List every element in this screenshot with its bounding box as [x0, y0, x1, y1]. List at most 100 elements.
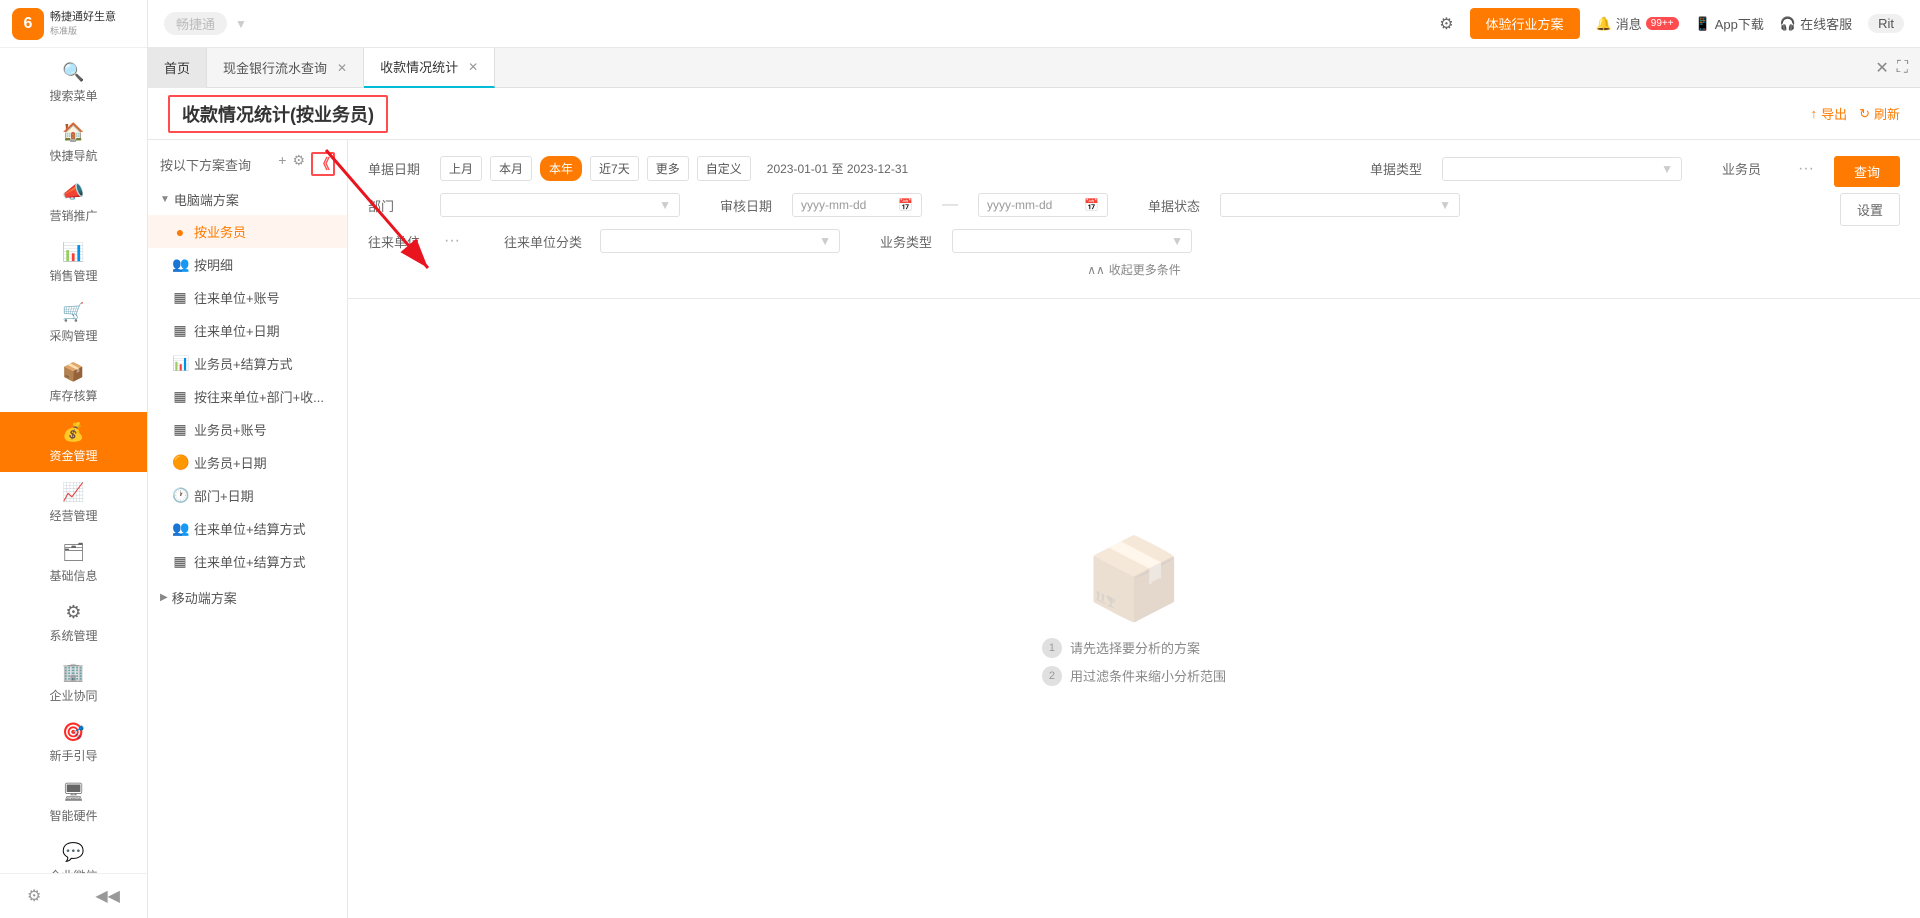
date-btn-prev-month[interactable]: 上月	[440, 156, 482, 181]
online-service-btn[interactable]: 🎧 在线客服	[1780, 14, 1852, 33]
sidebar-item-purchase[interactable]: 🛒 采购管理	[0, 292, 147, 352]
sidebar-item-wechat[interactable]: 💬 企业微信	[0, 832, 147, 873]
topbar-settings-icon[interactable]: ⚙	[1439, 14, 1453, 34]
plan-item-cust-date[interactable]: ▦ 往来单位+日期	[148, 314, 347, 347]
tab-receipt-close-icon[interactable]: ✕	[468, 60, 478, 74]
app-name: 畅捷通好生意	[50, 10, 116, 24]
plan-item-cust-payment[interactable]: 👥 往来单位+结算方式	[148, 512, 347, 545]
user-btn[interactable]: Rit	[1868, 14, 1904, 33]
date-btn-this-month[interactable]: 本月	[490, 156, 532, 181]
left-panel: 按以下方案查询 + ⚙ 《 ▼ 电脑端方案 ● 按业务员	[148, 140, 348, 918]
tab-bank-close-icon[interactable]: ✕	[337, 61, 347, 75]
notifications-btn[interactable]: 🔔 消息 99++	[1596, 14, 1679, 33]
sidebar-item-hardware[interactable]: 🖥 智能硬件	[0, 772, 147, 832]
panel-header: 按以下方案查询 + ⚙ 《	[148, 152, 347, 184]
plan-group-mobile-header[interactable]: ▶ 移动端方案	[148, 582, 347, 613]
phone-icon: 📱	[1695, 16, 1711, 32]
plan-item-cust-dept-recv[interactable]: ▦ 按往来单位+部门+收...	[148, 380, 347, 413]
plan-group-pc-label: 电脑端方案	[174, 190, 239, 209]
counterpart-dots[interactable]: ···	[444, 232, 460, 250]
sidebar-item-marketing[interactable]: 📣 营销推广	[0, 172, 147, 232]
sidebar-item-guide[interactable]: 🎯 新手引导	[0, 712, 147, 772]
panel-add-icon[interactable]: +	[278, 152, 286, 176]
counterpart-cat-label: 往来单位分类	[504, 232, 584, 251]
sidebar-item-finance[interactable]: 💰 资金管理	[0, 412, 147, 472]
operation-icon: 📈	[62, 482, 84, 503]
plan-item-salesman-account[interactable]: ▦ 业务员+账号	[148, 413, 347, 446]
plan-item-salesman-date[interactable]: 🟠 业务员+日期	[148, 446, 347, 479]
dept-select[interactable]: ▼	[440, 193, 680, 217]
calendar-icon: 📅	[898, 198, 913, 212]
sidebar-collapse-btn[interactable]: ◀◀	[95, 886, 120, 906]
doc-status-select[interactable]: ▼	[1220, 193, 1460, 217]
trial-btn[interactable]: 体验行业方案	[1470, 8, 1580, 39]
refresh-btn[interactable]: ↻ 刷新	[1859, 104, 1900, 123]
date-btn-custom[interactable]: 自定义	[697, 156, 751, 181]
tab-home-label: 首页	[164, 58, 190, 77]
plan-item-by-salesman[interactable]: ● 按业务员	[148, 215, 347, 248]
dept-chevron-icon: ▼	[659, 198, 671, 212]
plan-item-cust-account[interactable]: ▦ 往来单位+账号	[148, 281, 347, 314]
date-btn-more[interactable]: 更多	[647, 156, 689, 181]
tab-bank-label: 现金银行流水查询	[223, 58, 327, 77]
home-icon: 🏠	[62, 122, 84, 143]
sidebar-item-sales[interactable]: 📊 销售管理	[0, 232, 147, 292]
tab-receipt-label: 收款情况统计	[380, 57, 458, 76]
page-header: 收款情况统计(按业务员) ↑ 导出 ↻ 刷新	[148, 88, 1920, 140]
table3-icon: ▦	[172, 388, 188, 405]
tabs-close-icon[interactable]: ✕	[1875, 58, 1888, 78]
date-btn-this-year[interactable]: 本年	[540, 156, 582, 181]
notification-badge: 99++	[1646, 17, 1679, 30]
doc-type-select[interactable]: ▼	[1442, 157, 1682, 181]
table2-icon: ▦	[172, 322, 188, 339]
tab-receipt[interactable]: 收款情况统计 ✕	[364, 48, 495, 88]
collapse-more-btn[interactable]: ∧∧ 收起更多条件	[368, 253, 1900, 282]
tabs-bar: 首页 现金银行流水查询 ✕ 收款情况统计 ✕ ✕ ⛶	[148, 48, 1920, 88]
notification-label: 消息	[1616, 14, 1642, 33]
sidebar-item-system[interactable]: ⚙ 系统管理	[0, 592, 147, 652]
sidebar-item-search[interactable]: 🔍 搜索菜单	[0, 52, 147, 112]
plan-item-salesman-pay[interactable]: 📊 业务员+结算方式	[148, 347, 347, 380]
search-icon: 🔍	[62, 62, 84, 83]
filter-row-1: 单据日期 上月 本月 本年 近7天 更多 自定义 2023-01-01 至 20…	[368, 156, 1818, 181]
headset-icon: 🎧	[1780, 16, 1796, 32]
tabs-expand-icon[interactable]: ⛶	[1897, 59, 1908, 77]
app-download-btn[interactable]: 📱 App下载	[1695, 14, 1764, 33]
clock1-icon: 🟠	[172, 454, 188, 471]
query-btn[interactable]: 查询	[1834, 156, 1900, 187]
chevron-down-icon: ▼	[160, 194, 170, 205]
user-name: Rit	[1878, 16, 1894, 31]
settings-btn[interactable]: 设置	[1840, 193, 1900, 226]
plan-group-pc: ▼ 电脑端方案 ● 按业务员 👥 按明细 ▦ 往来单位+账号	[148, 184, 347, 578]
plan-group-pc-header[interactable]: ▼ 电脑端方案	[148, 184, 347, 215]
table5-icon: ▦	[172, 553, 188, 570]
panel-settings-icon[interactable]: ⚙	[292, 152, 305, 176]
sidebar-item-inventory[interactable]: 📦 库存核算	[0, 352, 147, 412]
guide-icon: 🎯	[62, 722, 84, 743]
plan-item-by-detail[interactable]: 👥 按明细	[148, 248, 347, 281]
review-date-end[interactable]: yyyy-mm-dd 📅	[978, 193, 1108, 217]
doc-type-chevron-icon: ▼	[1661, 162, 1673, 176]
biz-type-select[interactable]: ▼	[952, 229, 1192, 253]
salesman-dots[interactable]: ···	[1798, 160, 1814, 178]
plan-item-dept-date[interactable]: 🕐 部门+日期	[148, 479, 347, 512]
plan-group-mobile: ▶ 移动端方案	[148, 582, 347, 613]
page-title: 收款情况统计(按业务员)	[168, 95, 388, 133]
sidebar-settings-btn[interactable]: ⚙	[27, 886, 41, 906]
panel-collapse-icon[interactable]: 《	[311, 152, 335, 176]
plan-item-cust-payment2[interactable]: ▦ 往来单位+结算方式	[148, 545, 347, 578]
tab-home[interactable]: 首页	[148, 48, 207, 88]
date-options: 上月 本月 本年 近7天 更多 自定义 2023-01-01 至 2023-12…	[440, 156, 1330, 181]
app-version: 标准版	[50, 24, 116, 37]
tab-bank[interactable]: 现金银行流水查询 ✕	[207, 48, 364, 88]
export-btn[interactable]: ↑ 导出	[1811, 104, 1848, 123]
sidebar-item-quicknav[interactable]: 🏠 快捷导航	[0, 112, 147, 172]
sidebar-item-operation[interactable]: 📈 经营管理	[0, 472, 147, 532]
review-date-start[interactable]: yyyy-mm-dd 📅	[792, 193, 922, 217]
counterpart-cat-select[interactable]: ▼	[600, 229, 840, 253]
doc-type-label: 单据类型	[1370, 159, 1426, 178]
sidebar-item-basic[interactable]: 🗂 基础信息	[0, 532, 147, 592]
date-btn-last7[interactable]: 近7天	[590, 156, 639, 181]
sidebar-item-corp[interactable]: 🏢 企业协同	[0, 652, 147, 712]
filter-row-3: 往来单位 ··· 往来单位分类 ▼ 业务类型 ▼	[368, 229, 1818, 253]
